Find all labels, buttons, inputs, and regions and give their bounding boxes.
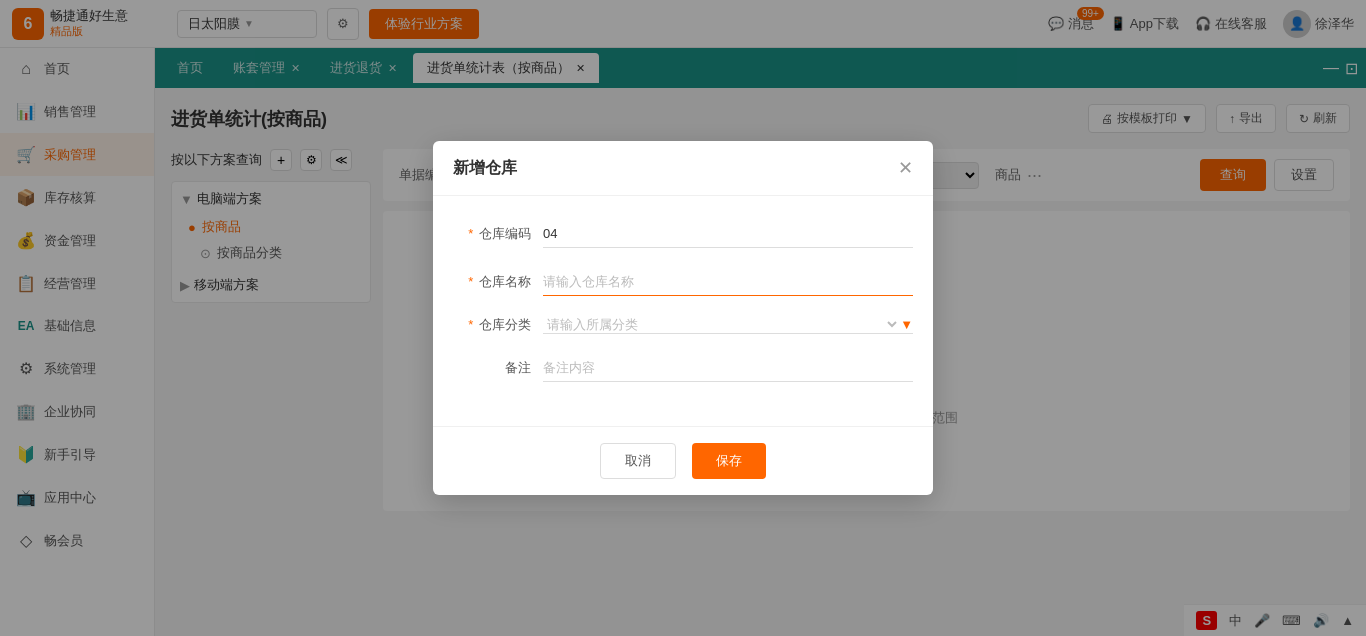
name-label-text: 仓库名称 <box>479 274 531 289</box>
code-label: * 仓库编码 <box>453 225 543 243</box>
name-label: * 仓库名称 <box>453 273 543 291</box>
modal-overlay[interactable]: 新增仓库 ✕ * 仓库编码 * 仓库名称 <box>0 0 1366 636</box>
modal-body: * 仓库编码 * 仓库名称 * 仓库分类 <box>433 196 933 426</box>
code-required-star: * <box>468 226 473 241</box>
warehouse-code-input[interactable] <box>543 220 913 248</box>
form-row-code: * 仓库编码 <box>453 220 913 248</box>
warehouse-name-input[interactable] <box>543 268 913 296</box>
category-label: * 仓库分类 <box>453 316 543 334</box>
remark-label: 备注 <box>453 359 543 377</box>
category-dropdown-arrow: ▼ <box>900 317 913 332</box>
warehouse-category-select[interactable]: 请输入所属分类 <box>543 316 900 333</box>
modal-footer: 取消 保存 <box>433 426 933 495</box>
form-row-remark: 备注 <box>453 354 913 382</box>
form-row-name: * 仓库名称 <box>453 268 913 296</box>
modal-title: 新增仓库 <box>453 158 517 179</box>
category-required-star: * <box>468 317 473 332</box>
cancel-btn[interactable]: 取消 <box>600 443 676 479</box>
form-row-category: * 仓库分类 请输入所属分类 ▼ <box>453 316 913 334</box>
modal-header: 新增仓库 ✕ <box>433 141 933 196</box>
code-label-text: 仓库编码 <box>479 226 531 241</box>
remark-label-text: 备注 <box>505 360 531 375</box>
remark-input[interactable] <box>543 354 913 382</box>
category-label-text: 仓库分类 <box>479 317 531 332</box>
category-select-wrapper: 请输入所属分类 ▼ <box>543 316 913 334</box>
save-btn[interactable]: 保存 <box>692 443 766 479</box>
name-required-star: * <box>468 274 473 289</box>
modal-close-btn[interactable]: ✕ <box>898 157 913 179</box>
modal-new-warehouse: 新增仓库 ✕ * 仓库编码 * 仓库名称 <box>433 141 933 495</box>
